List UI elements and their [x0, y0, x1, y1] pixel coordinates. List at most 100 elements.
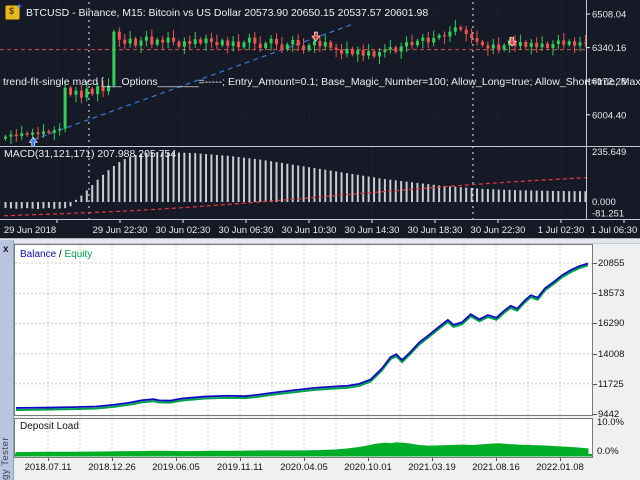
- candle-body: [350, 48, 354, 55]
- candle-body: [280, 44, 284, 50]
- macd-bar: [573, 191, 576, 202]
- macd-bar: [123, 159, 126, 202]
- candle-body: [302, 45, 306, 51]
- candle-body: [36, 132, 40, 135]
- candle-body: [562, 40, 566, 45]
- macd-bar: [140, 153, 142, 202]
- candle-body: [535, 42, 539, 48]
- macd-bar: [383, 179, 386, 202]
- tester-y-tick-label: 14008: [598, 348, 625, 360]
- macd-bar: [134, 154, 137, 202]
- candle-body: [150, 36, 154, 45]
- macd-bar: [37, 202, 40, 210]
- price-chart-area[interactable]: 6508.04 6340.16 6172.28 6004.40 235.649 0.000…: [0, 0, 640, 238]
- tester-x-tick: [112, 458, 113, 461]
- macd-bar: [416, 182, 419, 202]
- macd-bar: [232, 156, 235, 202]
- candlestick-chart-svg[interactable]: 6508.046340.166172.286004.40235.6490.000…: [0, 0, 640, 238]
- legend-equity: Equity: [64, 249, 93, 260]
- macd-bar: [221, 155, 224, 202]
- candle-body: [63, 87, 67, 129]
- tester-y-tick: [593, 383, 597, 385]
- candle-body: [356, 50, 360, 55]
- candle-body: [497, 44, 501, 50]
- macd-bar: [259, 159, 262, 202]
- candle-body: [578, 42, 582, 46]
- candle-body: [58, 128, 62, 131]
- candle-body: [128, 38, 132, 44]
- tester-x-tick: [496, 458, 497, 461]
- candle-body: [491, 44, 495, 49]
- macd-bar: [535, 190, 538, 202]
- macd-bar: [118, 162, 121, 202]
- candle-body: [573, 41, 577, 46]
- candle-body: [377, 52, 381, 57]
- macd-bar: [373, 177, 376, 202]
- tester-y-tick: [593, 323, 597, 325]
- candle-body: [540, 43, 544, 48]
- strategy-tester-tab[interactable]: Strategy Tester: [0, 437, 11, 480]
- candle-body: [69, 87, 73, 95]
- candle-body: [9, 134, 13, 137]
- candle-body: [166, 37, 170, 43]
- macd-bar: [20, 202, 23, 209]
- candle-body: [307, 45, 311, 51]
- candle-body: [269, 38, 273, 44]
- close-tester-button[interactable]: x: [3, 244, 13, 256]
- macd-bar: [42, 202, 45, 209]
- candle-body: [204, 38, 208, 44]
- ea-settings-caption: trend-fit-single macd [___Options_______…: [3, 76, 640, 88]
- macd-bar: [302, 166, 305, 202]
- tester-x-tick: [48, 458, 49, 461]
- balance-equity-chart[interactable]: [14, 244, 593, 416]
- macd-tick-label: -81.251: [592, 209, 624, 220]
- macd-bar: [47, 202, 50, 208]
- macd-bar: [53, 202, 56, 209]
- tester-x-tick: [560, 458, 561, 461]
- macd-bar: [530, 190, 533, 202]
- tester-x-tick: [432, 458, 433, 461]
- strategy-tester-panel: [0, 244, 640, 480]
- candle-body: [529, 42, 533, 47]
- macd-bar: [454, 186, 457, 202]
- candle-body: [567, 41, 571, 45]
- macd-bar: [362, 175, 365, 202]
- candle-body: [231, 41, 235, 47]
- candle-body: [47, 131, 51, 133]
- candle-body: [4, 136, 7, 139]
- candle-body: [199, 39, 203, 44]
- candle-body: [546, 43, 549, 49]
- macd-bar: [513, 190, 516, 202]
- candle-body: [296, 40, 300, 46]
- macd-bar: [378, 178, 381, 202]
- macd-bar: [107, 170, 110, 202]
- candle-body: [367, 51, 371, 56]
- deposit-load-chart[interactable]: [14, 418, 593, 458]
- deposit-baseline: [15, 454, 592, 457]
- candle-body: [177, 41, 181, 47]
- time-tick-label: 29 Jun 2018: [4, 225, 56, 236]
- candle-body: [432, 38, 436, 43]
- candle-body: [20, 133, 24, 137]
- candle-body: [215, 42, 219, 46]
- macd-bar: [15, 202, 18, 209]
- candle-body: [426, 37, 430, 43]
- tester-date-label: 2018.12.26: [88, 462, 136, 473]
- macd-bar: [69, 202, 72, 207]
- candle-body: [556, 40, 560, 45]
- candle-body: [394, 47, 398, 52]
- macd-bar: [557, 190, 560, 202]
- macd-bar: [85, 190, 88, 202]
- candle-body: [117, 31, 121, 40]
- candle-body: [334, 47, 338, 50]
- price-tick-label: 6340.16: [592, 43, 626, 54]
- macd-bar: [177, 152, 180, 202]
- candle-body: [329, 42, 333, 48]
- macd-bar: [226, 155, 229, 202]
- candle-body: [518, 42, 522, 47]
- macd-bar: [291, 164, 294, 202]
- candle-body: [399, 46, 403, 52]
- macd-bar: [210, 154, 213, 202]
- candle-body: [14, 134, 18, 137]
- macd-bar: [486, 189, 489, 202]
